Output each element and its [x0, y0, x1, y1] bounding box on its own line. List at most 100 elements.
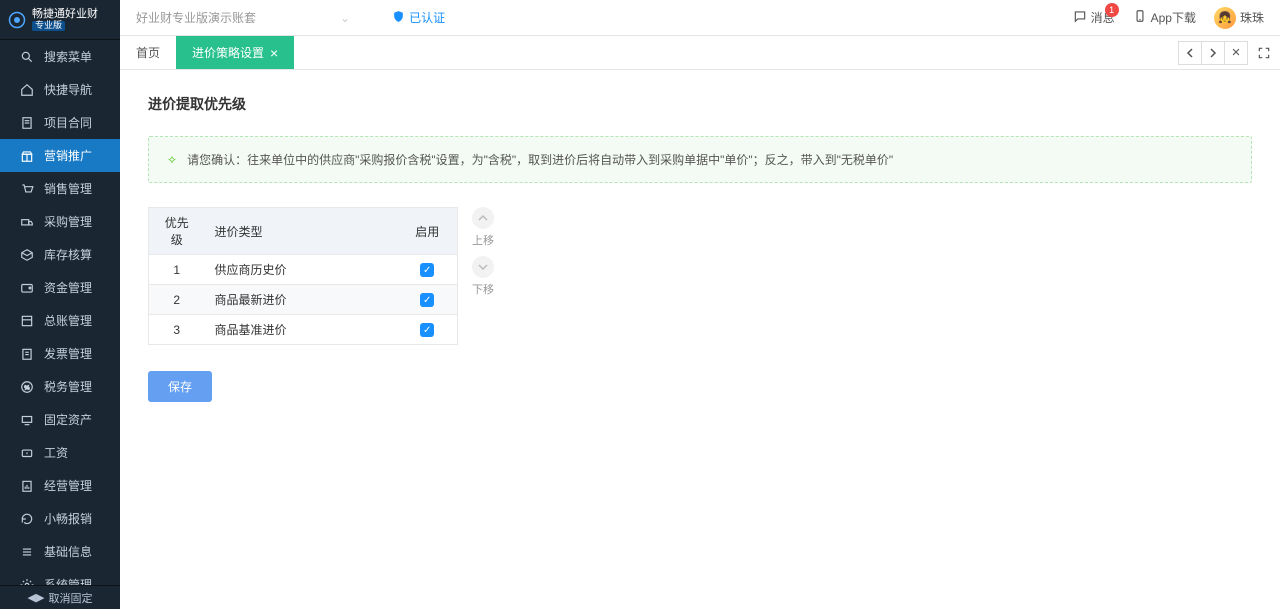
sidebar-item-label: 经营管理: [44, 477, 92, 494]
avatar: 👧: [1214, 7, 1236, 29]
cell-priority: 1: [149, 255, 205, 285]
download-label: App下载: [1151, 9, 1196, 26]
sidebar-item-project[interactable]: 项目合同: [0, 106, 120, 139]
sidebar-item-label: 快捷导航: [44, 81, 92, 98]
info-text: 请您确认：往来单位中的供应商"采购报价含税"设置，为"含税"，取到进价后将自动带…: [187, 151, 893, 168]
sidebar-item-assets[interactable]: 固定资产: [0, 403, 120, 436]
move-up-button[interactable]: 上移: [472, 207, 494, 248]
sidebar-item-label: 固定资产: [44, 411, 92, 428]
sidebar-pin-toggle[interactable]: ◀▶ 取消固定: [0, 585, 120, 609]
verified-label: 已认证: [409, 9, 445, 26]
contract-icon: [20, 116, 34, 130]
invoice-icon: [20, 347, 34, 361]
col-type: 进价类型: [205, 208, 398, 255]
sidebar-item-search[interactable]: 搜索菜单: [0, 40, 120, 73]
sidebar-item-expense[interactable]: 小畅报销: [0, 502, 120, 535]
sidebar-item-operation[interactable]: 经营管理: [0, 469, 120, 502]
tab-price-strategy[interactable]: 进价策略设置 ×: [176, 36, 294, 69]
save-button[interactable]: 保存: [148, 371, 212, 402]
chevron-up-icon: [472, 207, 494, 229]
sidebar-item-marketing[interactable]: 营销推广: [0, 139, 120, 172]
sidebar-item-label: 销售管理: [44, 180, 92, 197]
report-icon: [20, 479, 34, 493]
messages-button[interactable]: 消息 1: [1073, 9, 1115, 26]
sidebar-item-quicknav[interactable]: 快捷导航: [0, 73, 120, 106]
shield-icon: [392, 10, 405, 26]
user-menu[interactable]: 👧 珠珠: [1214, 7, 1264, 29]
tabs-close-button[interactable]: ×: [1224, 41, 1248, 65]
sidebar-item-label: 采购管理: [44, 213, 92, 230]
table-row[interactable]: 1 供应商历史价 ✓: [149, 255, 458, 285]
chevron-down-icon: ⌄: [340, 11, 350, 25]
cell-priority: 3: [149, 315, 205, 345]
sidebar-item-inventory[interactable]: 库存核算: [0, 238, 120, 271]
sidebar-item-basic[interactable]: 基础信息: [0, 535, 120, 568]
ledger-icon: [20, 314, 34, 328]
page-title: 进价提取优先级: [148, 94, 1252, 114]
account-selector[interactable]: 好业财专业版演示账套 ⌄: [136, 9, 350, 26]
app-download-button[interactable]: App下载: [1133, 9, 1196, 26]
sidebar-item-ledger[interactable]: 总账管理: [0, 304, 120, 337]
salary-icon: [20, 446, 34, 460]
content: 进价提取优先级 ✧ 请您确认：往来单位中的供应商"采购报价含税"设置，为"含税"…: [120, 70, 1280, 609]
table-row[interactable]: 2 商品最新进价 ✓: [149, 285, 458, 315]
cart-icon: [20, 182, 34, 196]
tab-label: 进价策略设置: [192, 44, 264, 61]
enable-checkbox[interactable]: ✓: [420, 323, 434, 337]
col-priority: 优先级: [149, 208, 205, 255]
sidebar-item-system[interactable]: 系统管理: [0, 568, 120, 585]
sidebar-menu: 搜索菜单 快捷导航 项目合同 营销推广 销售管理 采购管理 库存核算 资金管理 …: [0, 40, 120, 585]
enable-checkbox[interactable]: ✓: [420, 263, 434, 277]
pin-icon: ◀▶: [28, 591, 45, 604]
tax-icon: %: [20, 380, 34, 394]
sidebar-item-label: 系统管理: [44, 576, 92, 585]
sidebar-item-funds[interactable]: 资金管理: [0, 271, 120, 304]
sidebar-item-purchase[interactable]: 采购管理: [0, 205, 120, 238]
col-enable: 启用: [398, 208, 458, 255]
move-controls: 上移 下移: [472, 207, 494, 297]
top-header: 好业财专业版演示账套 ⌄ 已认证 消息 1 App下载: [120, 0, 1280, 36]
cell-priority: 2: [149, 285, 205, 315]
sparkle-icon: ✧: [167, 153, 177, 167]
logo-icon: [8, 11, 26, 29]
sidebar-item-sales[interactable]: 销售管理: [0, 172, 120, 205]
cell-type: 商品基准进价: [205, 315, 398, 345]
cell-type: 供应商历史价: [205, 255, 398, 285]
sidebar-footer-label: 取消固定: [48, 590, 92, 606]
asset-icon: [20, 413, 34, 427]
tab-label: 首页: [136, 44, 160, 61]
cell-type: 商品最新进价: [205, 285, 398, 315]
tab-home[interactable]: 首页: [120, 36, 176, 69]
sidebar-item-label: 税务管理: [44, 378, 92, 395]
tabs-next-button[interactable]: [1201, 41, 1225, 65]
chevron-down-icon: [472, 256, 494, 278]
close-icon[interactable]: ×: [270, 46, 278, 60]
message-icon: [1073, 9, 1087, 26]
sidebar-item-label: 资金管理: [44, 279, 92, 296]
account-name: 好业财专业版演示账套: [136, 9, 256, 26]
sidebar-item-label: 小畅报销: [44, 510, 92, 527]
move-down-button[interactable]: 下移: [472, 256, 494, 297]
sidebar-item-label: 总账管理: [44, 312, 92, 329]
home-icon: [20, 83, 34, 97]
fullscreen-button[interactable]: [1252, 41, 1276, 65]
truck-icon: [20, 215, 34, 229]
sidebar-item-tax[interactable]: % 税务管理: [0, 370, 120, 403]
sidebar-item-invoice[interactable]: 发票管理: [0, 337, 120, 370]
table-row[interactable]: 3 商品基准进价 ✓: [149, 315, 458, 345]
sidebar-item-label: 工资: [44, 444, 68, 461]
box-icon: [20, 248, 34, 262]
sidebar-item-label: 项目合同: [44, 114, 92, 131]
sidebar-item-salary[interactable]: 工资: [0, 436, 120, 469]
svg-text:%: %: [24, 385, 29, 391]
enable-checkbox[interactable]: ✓: [420, 293, 434, 307]
sidebar: 畅捷通好业财 专业版 搜索菜单 快捷导航 项目合同 营销推广 销售管理 采购管理…: [0, 0, 120, 609]
logo: 畅捷通好业财 专业版: [0, 0, 120, 40]
refresh-icon: [20, 512, 34, 526]
tabs-prev-button[interactable]: [1178, 41, 1202, 65]
wallet-icon: [20, 281, 34, 295]
move-up-label: 上移: [472, 232, 494, 248]
search-icon: [20, 50, 34, 64]
logo-sub: 专业版: [32, 21, 65, 31]
sidebar-item-label: 库存核算: [44, 246, 92, 263]
